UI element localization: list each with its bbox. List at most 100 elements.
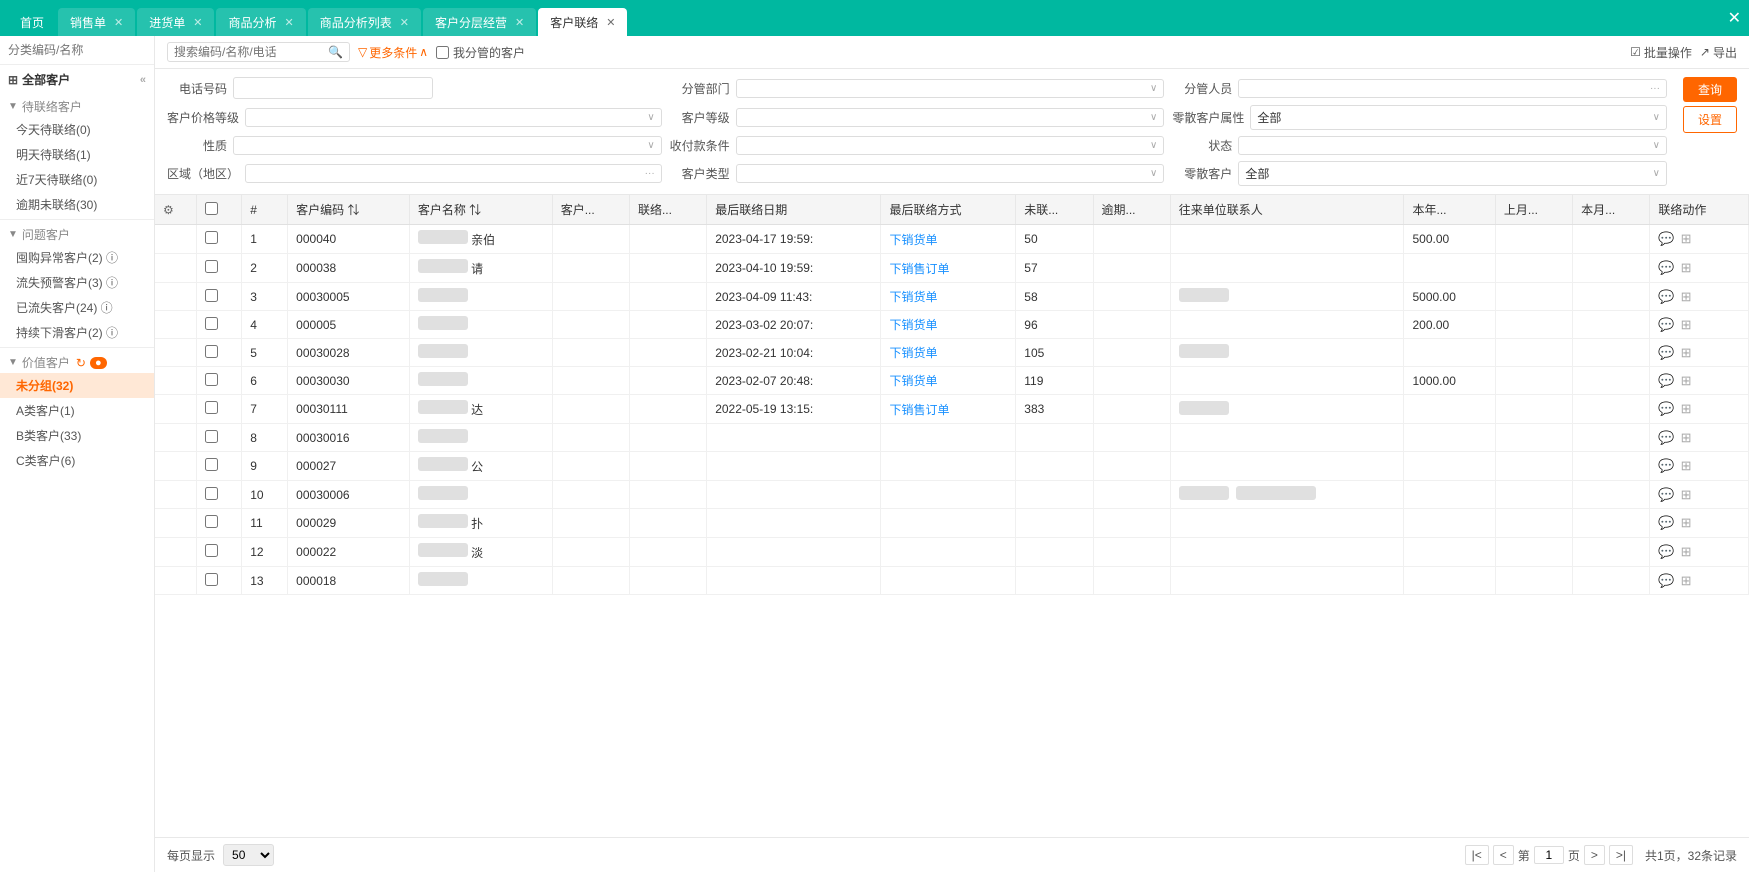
chat-icon[interactable]: 💬 bbox=[1658, 544, 1674, 560]
grid-action-icon[interactable]: ⊞ bbox=[1681, 401, 1692, 417]
sidebar-item-class-b[interactable]: B类客户(33) bbox=[0, 423, 154, 448]
chat-icon[interactable]: 💬 bbox=[1658, 458, 1674, 474]
unit-contact-column-header[interactable]: 往来单位联系人 bbox=[1170, 195, 1404, 225]
tab-purchase[interactable]: 进货单 ✕ bbox=[137, 8, 214, 36]
reset-button[interactable]: 设置 bbox=[1683, 106, 1737, 133]
row-checkbox[interactable] bbox=[196, 538, 241, 567]
manager-select[interactable]: ··· bbox=[1238, 79, 1667, 98]
row-checkbox[interactable] bbox=[196, 283, 241, 311]
tab-customer-contact[interactable]: 客户联络 ✕ bbox=[538, 8, 627, 36]
close-product-analysis-list-tab[interactable]: ✕ bbox=[400, 16, 409, 29]
sidebar-group-pending[interactable]: ▼ 待联络客户 bbox=[0, 94, 154, 117]
sidebar-search-input[interactable] bbox=[8, 43, 155, 57]
sidebar-item-class-a[interactable]: A类客户(1) bbox=[0, 398, 154, 423]
close-purchase-tab[interactable]: ✕ bbox=[193, 16, 202, 29]
contact-method-link[interactable]: 下销货单 bbox=[889, 290, 937, 304]
my-customers-check[interactable] bbox=[436, 46, 449, 59]
grid-action-icon[interactable]: ⊞ bbox=[1681, 289, 1692, 305]
contact-method-link[interactable]: 下销货单 bbox=[889, 233, 937, 247]
price-level-select[interactable]: ∨ bbox=[245, 108, 662, 127]
chat-icon[interactable]: 💬 bbox=[1658, 231, 1674, 247]
grid-action-icon[interactable]: ⊞ bbox=[1681, 430, 1692, 446]
row-select-checkbox[interactable] bbox=[205, 289, 218, 302]
row-select-checkbox[interactable] bbox=[205, 345, 218, 358]
customer-type-select[interactable]: ∨ bbox=[736, 164, 1165, 183]
grid-action-icon[interactable]: ⊞ bbox=[1681, 345, 1692, 361]
grid-action-icon[interactable]: ⊞ bbox=[1681, 544, 1692, 560]
type-column-header[interactable]: 客户... bbox=[552, 195, 629, 225]
phone-input[interactable] bbox=[233, 77, 433, 99]
row-checkbox[interactable] bbox=[196, 452, 241, 481]
tab-product-analysis-list[interactable]: 商品分析列表 ✕ bbox=[308, 8, 421, 36]
sidebar-group-problem[interactable]: ▼ 问题客户 bbox=[0, 222, 154, 245]
row-select-checkbox[interactable] bbox=[205, 573, 218, 586]
all-customers-header[interactable]: ⊞ 全部客户 « bbox=[0, 65, 154, 94]
chat-icon[interactable]: 💬 bbox=[1658, 401, 1674, 417]
dept-select[interactable]: ∨ bbox=[736, 79, 1165, 98]
row-checkbox[interactable] bbox=[196, 481, 241, 509]
more-conditions-button[interactable]: ▽ 更多条件 ∧ bbox=[358, 44, 428, 61]
sidebar-item-class-c[interactable]: C类客户(6) bbox=[0, 448, 154, 473]
this-year-column-header[interactable]: 本年... bbox=[1404, 195, 1495, 225]
close-sales-tab[interactable]: ✕ bbox=[114, 16, 123, 29]
row-checkbox[interactable] bbox=[196, 339, 241, 367]
row-checkbox[interactable] bbox=[196, 225, 241, 254]
name-column-header[interactable]: 客户名称 ⇅ bbox=[409, 195, 552, 225]
close-customer-segment-tab[interactable]: ✕ bbox=[515, 16, 524, 29]
code-column-header[interactable]: 客户编码 ⇅ bbox=[288, 195, 410, 225]
no-contact-column-header[interactable]: 未联... bbox=[1016, 195, 1093, 225]
sidebar-search-bar[interactable]: 🔍 bbox=[0, 36, 154, 65]
sidebar-item-today-pending[interactable]: 今天待联络(0) bbox=[0, 117, 154, 142]
grid-action-icon[interactable]: ⊞ bbox=[1681, 515, 1692, 531]
sidebar-group-value[interactable]: ▼ 价值客户 ↻ ● bbox=[0, 350, 154, 373]
row-select-checkbox[interactable] bbox=[205, 487, 218, 500]
chat-icon[interactable]: 💬 bbox=[1658, 260, 1674, 276]
close-window-button[interactable]: ✕ bbox=[1728, 8, 1741, 28]
this-month-column-header[interactable]: 本月... bbox=[1573, 195, 1650, 225]
chat-icon[interactable]: 💬 bbox=[1658, 487, 1674, 503]
row-checkbox[interactable] bbox=[196, 424, 241, 452]
chat-icon[interactable]: 💬 bbox=[1658, 345, 1674, 361]
close-customer-contact-tab[interactable]: ✕ bbox=[606, 16, 615, 29]
refresh-icon[interactable]: ↻ bbox=[76, 356, 86, 370]
tab-customer-segment[interactable]: 客户分层经营 ✕ bbox=[423, 8, 536, 36]
sidebar-item-abnormal[interactable]: 囤购异常客户(2) ⓘ bbox=[0, 245, 154, 270]
export-button[interactable]: ↗ 导出 bbox=[1700, 44, 1737, 61]
query-button[interactable]: 查询 bbox=[1683, 77, 1737, 102]
row-select-checkbox[interactable] bbox=[205, 544, 218, 557]
contact-method-link[interactable]: 下销货单 bbox=[889, 346, 937, 360]
sidebar-item-churned[interactable]: 已流失客户(24) ⓘ bbox=[0, 295, 154, 320]
row-checkbox[interactable] bbox=[196, 395, 241, 424]
tab-home[interactable]: 首页 bbox=[8, 8, 56, 36]
chat-icon[interactable]: 💬 bbox=[1658, 373, 1674, 389]
nature-select[interactable]: ∨ bbox=[233, 136, 662, 155]
contact-method-link[interactable]: 下销货单 bbox=[889, 318, 937, 332]
row-select-checkbox[interactable] bbox=[205, 430, 218, 443]
row-checkbox[interactable] bbox=[196, 254, 241, 283]
last-page-button[interactable]: >| bbox=[1609, 845, 1633, 865]
sidebar-item-churn-warning[interactable]: 流失预警客户(3) ⓘ bbox=[0, 270, 154, 295]
customer-level-select[interactable]: ∨ bbox=[736, 108, 1165, 127]
row-select-checkbox[interactable] bbox=[205, 515, 218, 528]
filter-search-box[interactable]: 🔍 bbox=[167, 42, 350, 62]
payment-select[interactable]: ∨ bbox=[736, 136, 1165, 155]
zero-attr-select[interactable]: 全部∨ bbox=[1250, 105, 1667, 130]
last-contact-date-column-header[interactable]: 最后联络日期 bbox=[707, 195, 881, 225]
tab-product-analysis[interactable]: 商品分析 ✕ bbox=[216, 8, 305, 36]
per-page-select[interactable]: 50 100 bbox=[223, 844, 274, 866]
grid-action-icon[interactable]: ⊞ bbox=[1681, 487, 1692, 503]
chat-icon[interactable]: 💬 bbox=[1658, 289, 1674, 305]
last-contact-method-column-header[interactable]: 最后联络方式 bbox=[881, 195, 1016, 225]
contact-method-link[interactable]: 下销售订单 bbox=[889, 403, 949, 417]
search-input[interactable] bbox=[174, 45, 324, 59]
row-select-checkbox[interactable] bbox=[205, 373, 218, 386]
row-select-checkbox[interactable] bbox=[205, 260, 218, 273]
last-month-column-header[interactable]: 上月... bbox=[1495, 195, 1572, 225]
tab-sales[interactable]: 销售单 ✕ bbox=[58, 8, 135, 36]
sidebar-item-7day-pending[interactable]: 近7天待联络(0) bbox=[0, 167, 154, 192]
row-checkbox[interactable] bbox=[196, 311, 241, 339]
grid-action-icon[interactable]: ⊞ bbox=[1681, 260, 1692, 276]
close-product-analysis-tab[interactable]: ✕ bbox=[285, 16, 294, 29]
sidebar-item-ungrouped[interactable]: 未分组(32) bbox=[0, 373, 154, 398]
sidebar-item-overdue-pending[interactable]: 逾期未联络(30) bbox=[0, 192, 154, 217]
